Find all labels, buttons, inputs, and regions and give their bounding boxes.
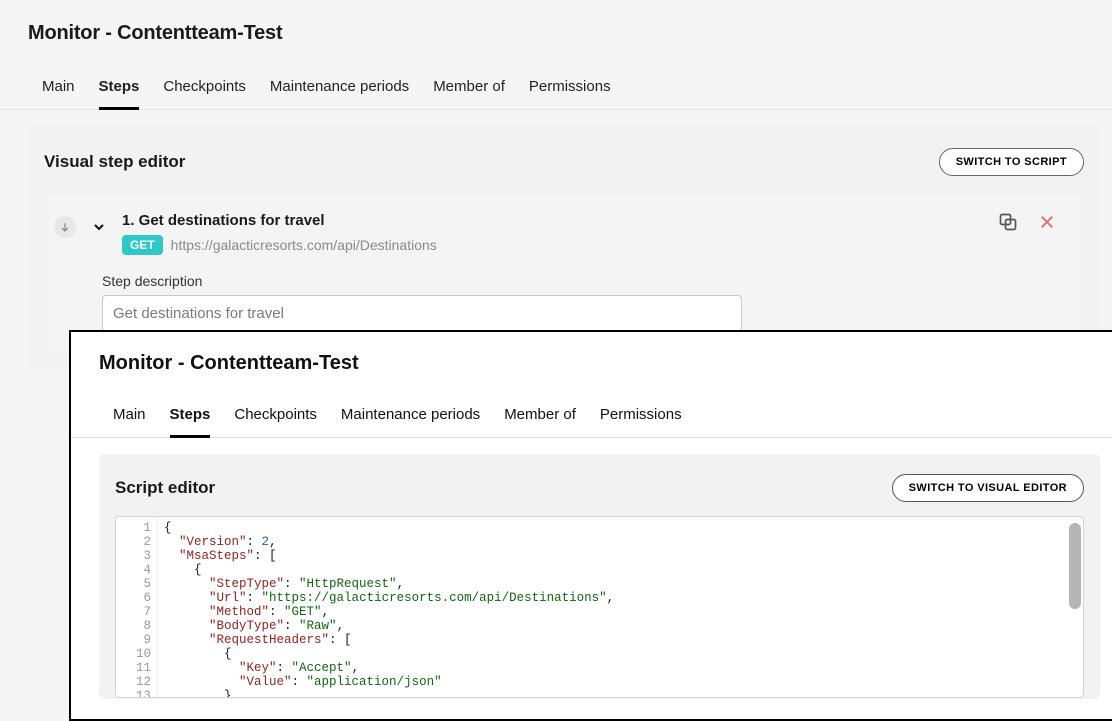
tab-member-of[interactable]: Member of xyxy=(433,78,505,110)
tab-maintenance-periods[interactable]: Maintenance periods xyxy=(341,406,480,438)
tab-main[interactable]: Main xyxy=(42,78,75,110)
tabs-bar: Main Steps Checkpoints Maintenance perio… xyxy=(0,77,1112,110)
tab-steps[interactable]: Steps xyxy=(99,78,140,110)
step-title: 1. Get destinations for travel xyxy=(122,212,988,229)
section-title: Visual step editor xyxy=(44,152,185,172)
tab-member-of[interactable]: Member of xyxy=(504,406,576,438)
tab-main[interactable]: Main xyxy=(113,406,146,438)
code-editor[interactable]: 1234567891011121314 { "Version": 2, "Msa… xyxy=(115,516,1084,698)
line-number-gutter: 1234567891011121314 xyxy=(116,517,158,697)
copy-icon xyxy=(998,212,1018,232)
scrollbar-track xyxy=(1069,523,1081,691)
step-description-label: Step description xyxy=(102,273,1064,289)
collapse-toggle[interactable] xyxy=(86,214,112,240)
tab-maintenance-periods[interactable]: Maintenance periods xyxy=(270,78,409,110)
tabs-bar: Main Steps Checkpoints Maintenance perio… xyxy=(71,405,1112,438)
code-line: "BodyType": "Raw", xyxy=(164,619,1083,633)
code-line: { xyxy=(164,647,1083,661)
script-editor-panel: Script editor SWITCH TO VISUAL EDITOR 12… xyxy=(99,454,1100,699)
close-icon xyxy=(1038,213,1056,231)
page-title: Monitor - Contentteam-Test xyxy=(0,0,1112,45)
code-line: { xyxy=(164,521,1083,535)
code-line: "Version": 2, xyxy=(164,535,1083,549)
tab-steps[interactable]: Steps xyxy=(170,406,211,438)
switch-to-script-button[interactable]: SWITCH TO SCRIPT xyxy=(939,148,1084,176)
duplicate-step-button[interactable] xyxy=(998,212,1018,232)
code-line: { xyxy=(164,563,1083,577)
section-title: Script editor xyxy=(115,478,215,498)
arrow-down-icon xyxy=(59,221,71,233)
tab-permissions[interactable]: Permissions xyxy=(529,78,611,110)
code-line: "Url": "https://galacticresorts.com/api/… xyxy=(164,591,1083,605)
http-method-badge: GET xyxy=(122,235,163,255)
script-editor-window: Monitor - Contentteam-Test Main Steps Ch… xyxy=(69,330,1112,721)
delete-step-button[interactable] xyxy=(1038,213,1056,231)
scrollbar-thumb[interactable] xyxy=(1069,523,1081,609)
chevron-down-icon xyxy=(91,219,107,235)
code-line: "Value": "application/json" xyxy=(164,675,1083,689)
step-description-input[interactable] xyxy=(102,295,742,332)
code-line: "Key": "Accept", xyxy=(164,661,1083,675)
code-line: } xyxy=(164,689,1083,698)
code-line: "StepType": "HttpRequest", xyxy=(164,577,1083,591)
code-content[interactable]: { "Version": 2, "MsaSteps": [ { "StepTyp… xyxy=(158,517,1083,697)
tab-checkpoints[interactable]: Checkpoints xyxy=(163,78,246,110)
page-title: Monitor - Contentteam-Test xyxy=(71,332,1112,375)
code-line: "Method": "GET", xyxy=(164,605,1083,619)
code-line: "MsaSteps": [ xyxy=(164,549,1083,563)
code-line: "RequestHeaders": [ xyxy=(164,633,1083,647)
reorder-handle[interactable] xyxy=(54,216,76,238)
step-card: 1. Get destinations for travel GET https… xyxy=(44,194,1084,352)
switch-to-visual-button[interactable]: SWITCH TO VISUAL EDITOR xyxy=(892,474,1084,502)
step-url: https://galacticresorts.com/api/Destinat… xyxy=(171,237,437,253)
tab-permissions[interactable]: Permissions xyxy=(600,406,682,438)
tab-checkpoints[interactable]: Checkpoints xyxy=(234,406,317,438)
